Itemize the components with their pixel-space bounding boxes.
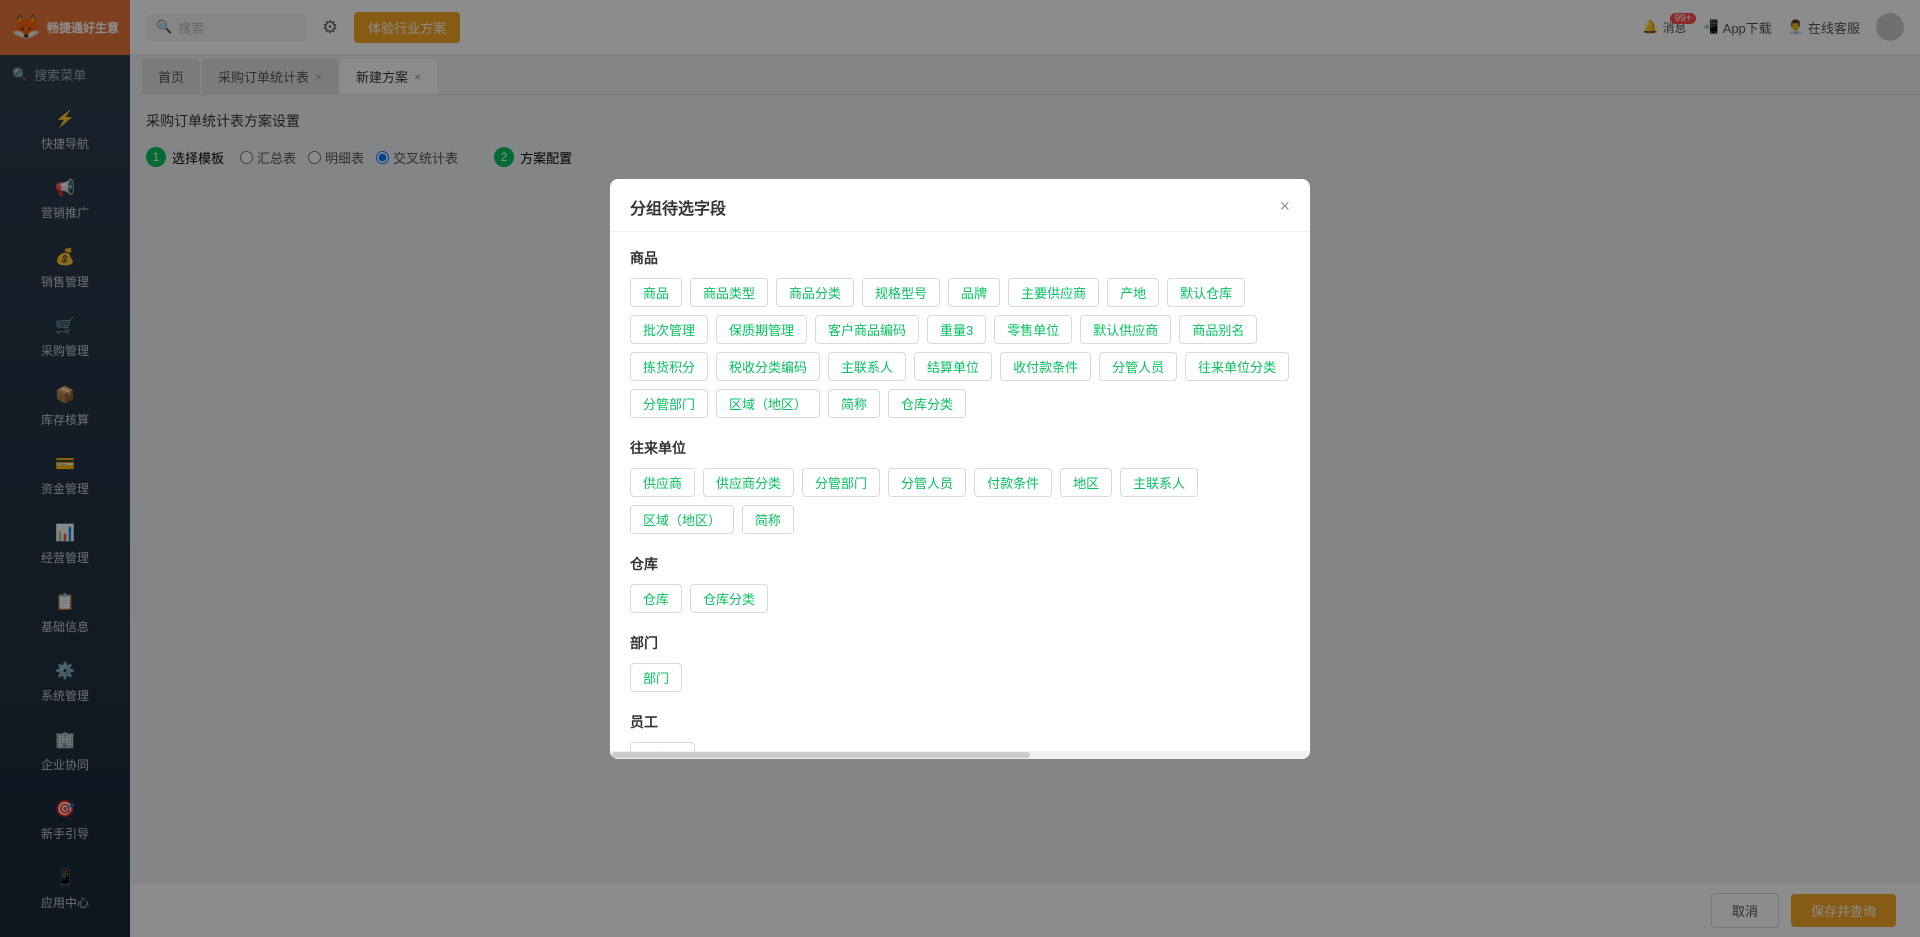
field-group-title-warehouse: 仓库	[630, 554, 1290, 574]
field-tag[interactable]: 客户商品编码	[815, 315, 919, 344]
field-tag[interactable]: 主联系人	[1120, 468, 1198, 497]
field-group-title-employee: 员工	[630, 712, 1290, 732]
field-group-counterpart: 往来单位 供应商 供应商分类 分管部门 分管人员 付款条件 地区 主联系人 区域…	[630, 438, 1290, 534]
field-tag[interactable]: 供应商	[630, 468, 695, 497]
field-tag[interactable]: 仓库	[630, 584, 682, 613]
field-tag[interactable]: 保质期管理	[716, 315, 807, 344]
field-tags-warehouse: 仓库 仓库分类	[630, 584, 1290, 613]
field-tag[interactable]: 区域（地区）	[716, 389, 820, 418]
field-tag[interactable]: 简称	[828, 389, 880, 418]
field-tag[interactable]: 仓库分类	[888, 389, 966, 418]
modal-title: 分组待选字段	[630, 195, 726, 219]
scrollbar-thumb	[612, 752, 1030, 758]
field-tag[interactable]: 收付款条件	[1000, 352, 1091, 381]
field-tag[interactable]: 拣货积分	[630, 352, 708, 381]
field-group-product: 商品 商品 商品类型 商品分类 规格型号 品牌 主要供应商 产地 默认仓库 批次…	[630, 248, 1290, 418]
field-tag[interactable]: 重量3	[927, 315, 986, 344]
field-tag[interactable]: 零售单位	[994, 315, 1072, 344]
field-tag[interactable]: 商品	[630, 278, 682, 307]
field-tag[interactable]: 部门	[630, 663, 682, 692]
field-tag[interactable]: 商品别名	[1179, 315, 1257, 344]
field-tag[interactable]: 分管人员	[1099, 352, 1177, 381]
modal-header: 分组待选字段 ×	[610, 179, 1310, 232]
field-tag[interactable]: 业务员	[630, 742, 695, 751]
field-group-title-counterpart: 往来单位	[630, 438, 1290, 458]
field-group-title-product: 商品	[630, 248, 1290, 268]
field-tag[interactable]: 分管部门	[630, 389, 708, 418]
field-tag[interactable]: 规格型号	[862, 278, 940, 307]
field-tag[interactable]: 供应商分类	[703, 468, 794, 497]
modal: 分组待选字段 × 商品 商品 商品类型 商品分类 规格型号 品牌 主要供应商 产…	[610, 179, 1310, 759]
field-group-title-department: 部门	[630, 633, 1290, 653]
field-tag[interactable]: 主联系人	[828, 352, 906, 381]
field-tag[interactable]: 税收分类编码	[716, 352, 820, 381]
field-tag[interactable]: 分管部门	[802, 468, 880, 497]
field-tags-employee: 业务员	[630, 742, 1290, 751]
field-tags-department: 部门	[630, 663, 1290, 692]
field-tag[interactable]: 仓库分类	[690, 584, 768, 613]
field-tag[interactable]: 品牌	[948, 278, 1000, 307]
field-tags-counterpart: 供应商 供应商分类 分管部门 分管人员 付款条件 地区 主联系人 区域（地区） …	[630, 468, 1290, 534]
field-tag[interactable]: 默认仓库	[1167, 278, 1245, 307]
field-tag[interactable]: 商品类型	[690, 278, 768, 307]
field-tag[interactable]: 分管人员	[888, 468, 966, 497]
field-tags-product: 商品 商品类型 商品分类 规格型号 品牌 主要供应商 产地 默认仓库 批次管理 …	[630, 278, 1290, 418]
field-tag[interactable]: 地区	[1060, 468, 1112, 497]
field-tag[interactable]: 区域（地区）	[630, 505, 734, 534]
field-group-warehouse: 仓库 仓库 仓库分类	[630, 554, 1290, 613]
field-tag[interactable]: 结算单位	[914, 352, 992, 381]
field-tag[interactable]: 商品分类	[776, 278, 854, 307]
field-group-department: 部门 部门	[630, 633, 1290, 692]
field-tag[interactable]: 批次管理	[630, 315, 708, 344]
field-tag[interactable]: 付款条件	[974, 468, 1052, 497]
field-tag[interactable]: 主要供应商	[1008, 278, 1099, 307]
field-group-employee: 员工 业务员	[630, 712, 1290, 751]
modal-horizontal-scrollbar[interactable]	[610, 751, 1310, 759]
field-tag[interactable]: 默认供应商	[1080, 315, 1171, 344]
modal-close-button[interactable]: ×	[1279, 196, 1290, 217]
field-tag[interactable]: 产地	[1107, 278, 1159, 307]
modal-body: 商品 商品 商品类型 商品分类 规格型号 品牌 主要供应商 产地 默认仓库 批次…	[610, 232, 1310, 751]
field-tag[interactable]: 简称	[742, 505, 794, 534]
field-tag[interactable]: 往来单位分类	[1185, 352, 1289, 381]
